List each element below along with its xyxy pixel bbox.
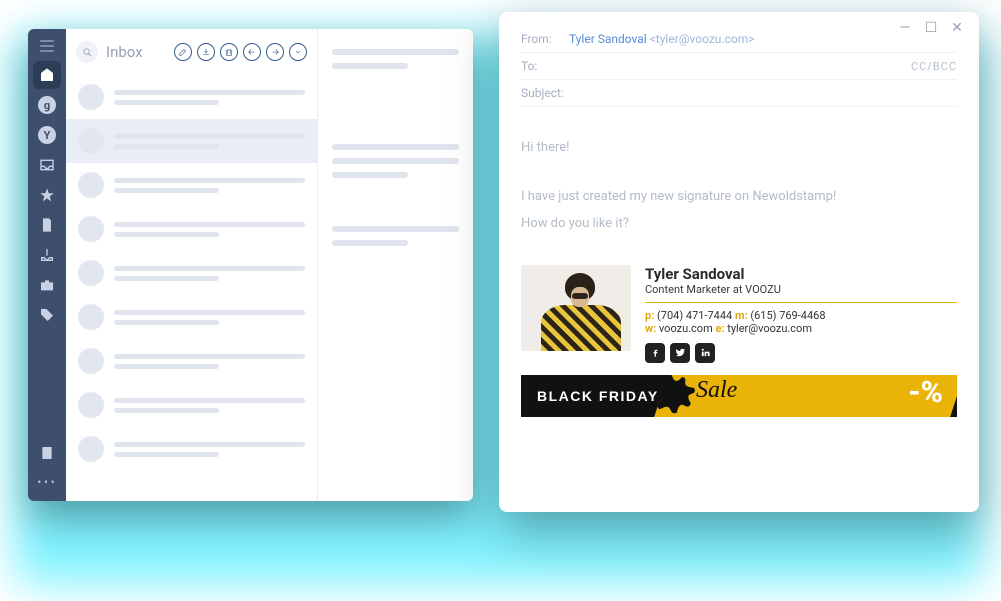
banner-sale: Sale — [696, 377, 737, 404]
header-actions — [174, 43, 307, 61]
placeholder-line — [332, 49, 459, 55]
compose-window: — ☐ ✕ From: Tyler Sandoval <tyler@voozu.… — [499, 12, 979, 512]
list-item[interactable] — [66, 119, 317, 163]
maximize-icon[interactable]: ☐ — [923, 20, 939, 36]
signature-role: Content Marketer at VOOZU — [645, 283, 957, 296]
twitter-icon[interactable] — [670, 343, 690, 363]
avatar — [78, 304, 104, 330]
subject-label: Subject: — [521, 86, 569, 100]
signature-name: Tyler Sandoval — [645, 265, 957, 283]
list-item[interactable] — [66, 383, 317, 427]
avatar — [78, 84, 104, 110]
more-icon[interactable]: ⋯ — [36, 469, 58, 493]
preview-pane — [318, 29, 473, 501]
download-tray-icon[interactable] — [33, 241, 61, 269]
placeholder-line — [332, 144, 459, 150]
facebook-icon[interactable] — [645, 343, 665, 363]
placeholder-line — [332, 63, 408, 69]
avatar — [78, 260, 104, 286]
email-client-window: g Y ⋯ Inbox — [28, 29, 473, 501]
from-field: From: Tyler Sandoval <tyler@voozu.com> — [521, 26, 957, 53]
list-item[interactable] — [66, 295, 317, 339]
yahoo-account-icon[interactable]: Y — [33, 121, 61, 149]
home-account-icon[interactable] — [33, 61, 61, 89]
avatar — [78, 128, 104, 154]
signature-divider — [645, 302, 957, 303]
star-icon[interactable] — [33, 181, 61, 209]
list-item[interactable] — [66, 75, 317, 119]
more-actions-icon[interactable] — [289, 43, 307, 61]
folder-title: Inbox — [106, 43, 166, 61]
delete-icon[interactable] — [220, 43, 238, 61]
inbox-tray-icon[interactable] — [33, 151, 61, 179]
account-strip: g Y ⋯ — [28, 29, 66, 501]
subject-field[interactable]: Subject: — [521, 80, 957, 107]
signature-info: Tyler Sandoval Content Marketer at VOOZU… — [645, 265, 957, 363]
yahoo-letter: Y — [38, 126, 56, 144]
body-greeting: Hi there! — [521, 137, 957, 158]
body-line: How do you like it? — [521, 213, 957, 234]
tag-icon[interactable] — [33, 301, 61, 329]
reply-icon[interactable] — [243, 43, 261, 61]
list-item[interactable] — [66, 427, 317, 471]
compose-body[interactable]: Hi there! I have just created my new sig… — [521, 107, 957, 235]
window-controls: — ☐ ✕ — [897, 20, 965, 36]
placeholder-line — [332, 240, 408, 246]
email-list-pane: Inbox — [66, 29, 318, 501]
list-item[interactable] — [66, 207, 317, 251]
signature-phone-line: p: (704) 471-7444 m: (615) 769-4468 — [645, 309, 957, 322]
body-line: I have just created my new signature on … — [521, 186, 957, 207]
google-account-icon[interactable]: g — [33, 91, 61, 119]
signature-photo — [521, 265, 631, 351]
avatar — [78, 392, 104, 418]
contacts-icon[interactable] — [33, 439, 61, 467]
file-icon[interactable] — [33, 211, 61, 239]
placeholder-line — [332, 158, 459, 164]
from-value[interactable]: Tyler Sandoval <tyler@voozu.com> — [569, 32, 755, 46]
avatar — [78, 436, 104, 462]
minimize-icon[interactable]: — — [897, 20, 913, 36]
avatar — [78, 172, 104, 198]
list-item[interactable] — [66, 339, 317, 383]
archive-icon[interactable] — [197, 43, 215, 61]
placeholder-line — [332, 172, 408, 178]
to-field[interactable]: To: CC/BCC — [521, 53, 957, 80]
hamburger-menu-icon[interactable] — [34, 33, 60, 59]
briefcase-icon[interactable] — [33, 271, 61, 299]
avatar — [78, 348, 104, 374]
compose-icon[interactable] — [174, 43, 192, 61]
email-list[interactable] — [66, 71, 317, 501]
from-label: From: — [521, 32, 569, 46]
signature-socials — [645, 343, 957, 363]
list-item[interactable] — [66, 163, 317, 207]
banner-black-friday: BLACK FRIDAY — [521, 388, 659, 404]
signature-web-line: w: voozu.com e: tyler@voozu.com — [645, 322, 957, 335]
close-icon[interactable]: ✕ — [949, 20, 965, 36]
list-item[interactable] — [66, 251, 317, 295]
google-letter: g — [38, 96, 56, 114]
forward-icon[interactable] — [266, 43, 284, 61]
ccbcc-toggle[interactable]: CC/BCC — [911, 60, 957, 73]
linkedin-icon[interactable] — [695, 343, 715, 363]
avatar — [78, 216, 104, 242]
search-icon[interactable] — [76, 41, 98, 63]
placeholder-line — [332, 226, 459, 232]
banner-percent: -% — [908, 375, 943, 410]
list-header: Inbox — [66, 29, 317, 71]
email-signature: Tyler Sandoval Content Marketer at VOOZU… — [521, 265, 957, 363]
to-label: To: — [521, 59, 569, 73]
promo-banner[interactable]: BLACK FRIDAY Sale -% — [521, 375, 957, 417]
